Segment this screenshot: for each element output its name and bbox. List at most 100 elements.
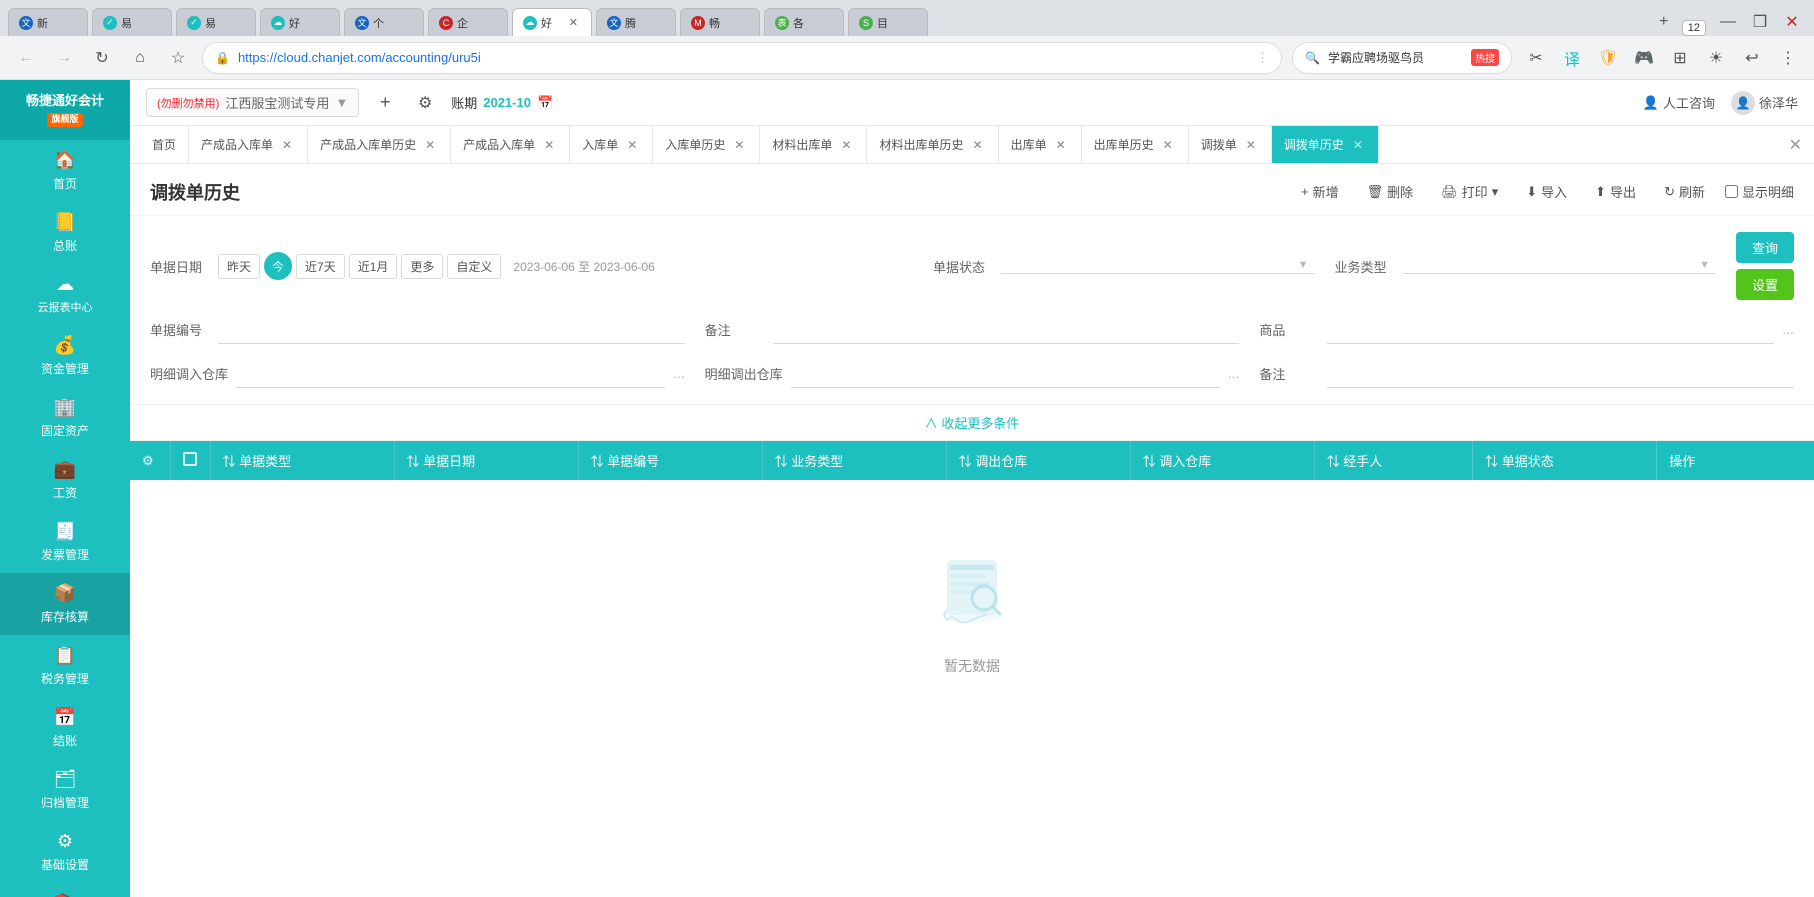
browser-tab-9[interactable]: M 畅 xyxy=(680,8,760,36)
display-fields-checkbox[interactable] xyxy=(1725,185,1738,198)
page-tab-close-inbound[interactable]: ✕ xyxy=(624,137,640,153)
menu-button[interactable]: ⋮ xyxy=(1774,44,1802,72)
company-settings-icon[interactable]: ⚙ xyxy=(411,89,439,117)
page-tab-close-product-inbound2[interactable]: ✕ xyxy=(541,137,557,153)
browser-tab-close-7[interactable]: ✕ xyxy=(566,15,581,30)
th-settings[interactable]: ⚙ xyxy=(130,441,170,480)
page-tab-inbound-history[interactable]: 入库单历史 ✕ xyxy=(653,126,760,164)
import-button[interactable]: ⬇ 导入 xyxy=(1518,178,1575,205)
user-info[interactable]: 👤 徐泽华 xyxy=(1731,91,1798,115)
date-btn-1month[interactable]: 近1月 xyxy=(349,254,398,279)
extensions-button[interactable]: ✂ xyxy=(1522,44,1550,72)
browser-tab-2[interactable]: ✓ 易 xyxy=(92,8,172,36)
page-tab-close-outbound[interactable]: ✕ xyxy=(1053,137,1069,153)
sidebar-item-guide[interactable]: 📚 新手引导 xyxy=(0,883,130,897)
support-button[interactable]: 👤 人工咨询 xyxy=(1643,93,1715,112)
history-icon[interactable]: ↩ xyxy=(1738,44,1766,72)
th-out-warehouse[interactable]: ⇅ 调出仓库 xyxy=(946,441,1130,480)
page-tab-close-material-outbound[interactable]: ✕ xyxy=(838,137,854,153)
search-box[interactable]: 🔍 学霸应聘场驱鸟员 热搜 xyxy=(1292,42,1512,74)
bookmark-button[interactable]: ☆ xyxy=(164,44,192,72)
sidebar-item-salary[interactable]: 💼 工资 xyxy=(0,449,130,511)
window-restore-button[interactable]: ❐ xyxy=(1746,8,1774,36)
detail-in-input[interactable] xyxy=(236,358,665,388)
th-doc-date[interactable]: ⇅ 单据日期 xyxy=(394,441,578,480)
collapse-bar[interactable]: ∧ 收起更多条件 xyxy=(130,405,1814,441)
docnum-filter-input[interactable] xyxy=(218,314,685,344)
sidebar-item-archive[interactable]: 🗂 归档管理 xyxy=(0,759,130,821)
filter-settings-button[interactable]: 设置 xyxy=(1736,269,1794,300)
date-btn-7days[interactable]: 近7天 xyxy=(296,254,345,279)
date-btn-today[interactable]: 今 xyxy=(264,252,292,280)
page-tab-inbound[interactable]: 入库单 ✕ xyxy=(570,126,653,164)
select-all-checkbox[interactable] xyxy=(183,452,197,466)
page-tab-close-outbound-history[interactable]: ✕ xyxy=(1160,137,1176,153)
date-btn-yesterday[interactable]: 昨天 xyxy=(218,254,260,279)
browser-tab-7[interactable]: ☁ 好 ✕ xyxy=(512,8,592,36)
period-selector[interactable]: 账期 2021-10 📅 xyxy=(451,93,553,112)
browser-tab-4[interactable]: ☁ 好 xyxy=(260,8,340,36)
detail-out-input[interactable] xyxy=(791,358,1220,388)
back-button[interactable]: ← xyxy=(12,44,40,72)
translate-icon[interactable]: 译 xyxy=(1558,44,1586,72)
sidebar-item-close[interactable]: 📅 结账 xyxy=(0,697,130,759)
export-button[interactable]: ⬆ 导出 xyxy=(1587,178,1644,205)
sidebar-item-tax[interactable]: 📋 税务管理 xyxy=(0,635,130,697)
goods-filter-input[interactable] xyxy=(1327,314,1774,344)
new-button[interactable]: + 新增 xyxy=(1293,178,1347,205)
page-tab-close-transfer-history[interactable]: ✕ xyxy=(1350,137,1366,153)
th-handler[interactable]: ⇅ 经手人 xyxy=(1314,441,1472,480)
browser-tab-1[interactable]: 文 新 xyxy=(8,8,88,36)
browser-tab-3[interactable]: ✓ 易 xyxy=(176,8,256,36)
page-tab-product-inbound-history[interactable]: 产成品入库单历史 ✕ xyxy=(308,126,451,164)
delete-button[interactable]: 🗑 删除 xyxy=(1359,178,1422,205)
company-add-button[interactable]: + xyxy=(371,89,399,117)
reload-button[interactable]: ↻ xyxy=(88,44,116,72)
browser-tab-10[interactable]: 表 各 xyxy=(764,8,844,36)
sidebar-item-settings[interactable]: ⚙ 基础设置 xyxy=(0,821,130,883)
sidebar-item-assets[interactable]: 🏢 固定资产 xyxy=(0,387,130,449)
page-tab-material-outbound[interactable]: 材料出库单 ✕ xyxy=(760,126,867,164)
sidebar-item-inventory[interactable]: 📦 库存核算 xyxy=(0,573,130,635)
th-doc-type[interactable]: ⇅ 单据类型 xyxy=(210,441,394,480)
address-bar[interactable]: 🔒 https://cloud.chanjet.com/accounting/u… xyxy=(202,42,1282,74)
grid-icon[interactable]: ⊞ xyxy=(1666,44,1694,72)
game-icon[interactable]: 🎮 xyxy=(1630,44,1658,72)
sidebar-item-report[interactable]: ☁ 云报表中心 xyxy=(0,264,130,325)
browser-tab-5[interactable]: 文 个 xyxy=(344,8,424,36)
theme-icon[interactable]: ☀ xyxy=(1702,44,1730,72)
page-tab-close-product-inbound[interactable]: ✕ xyxy=(279,137,295,153)
sidebar-item-finance[interactable]: 💰 资金管理 xyxy=(0,325,130,387)
browser-tab-8[interactable]: 文 腾 xyxy=(596,8,676,36)
th-in-warehouse[interactable]: ⇅ 调入仓库 xyxy=(1130,441,1314,480)
company-selector[interactable]: (勿删勿禁用) 江西服宝测试专用 ▼ xyxy=(146,88,359,117)
print-button[interactable]: 🖨 打印 ▾ xyxy=(1433,178,1506,205)
status-select-wrapper[interactable]: ▼ xyxy=(1001,259,1315,274)
page-tab-close-product-inbound-history[interactable]: ✕ xyxy=(422,137,438,153)
remark-filter-input[interactable] xyxy=(773,314,1240,344)
date-btn-custom[interactable]: 自定义 xyxy=(447,254,501,279)
page-tab-material-outbound-history[interactable]: 材料出库单历史 ✕ xyxy=(867,126,998,164)
page-tab-transfer-history[interactable]: 调拨单历史 ✕ xyxy=(1272,126,1379,164)
page-tab-outbound-history[interactable]: 出库单历史 ✕ xyxy=(1082,126,1189,164)
browser-tab-6[interactable]: C 企 xyxy=(428,8,508,36)
home-button[interactable]: ⌂ xyxy=(126,44,154,72)
sidebar-item-ledger[interactable]: 📒 总账 xyxy=(0,202,130,264)
page-tab-close-material-outbound-history[interactable]: ✕ xyxy=(970,137,986,153)
detail-out-picker-icon[interactable]: ... xyxy=(1228,365,1240,381)
forward-button[interactable]: → xyxy=(50,44,78,72)
page-tab-product-inbound[interactable]: 产成品入库单 ✕ xyxy=(189,126,308,164)
date-btn-more[interactable]: 更多 xyxy=(401,254,443,279)
sidebar-item-invoice[interactable]: 🧾 发票管理 xyxy=(0,511,130,573)
goods-picker-icon[interactable]: ... xyxy=(1782,321,1794,337)
detail-in-picker-icon[interactable]: ... xyxy=(673,365,685,381)
th-doc-status[interactable]: ⇅ 单据状态 xyxy=(1473,441,1657,480)
window-minimize-button[interactable]: — xyxy=(1714,8,1742,36)
sidebar-item-home[interactable]: 🏠 首页 xyxy=(0,140,130,202)
refresh-button[interactable]: ↻ 刷新 xyxy=(1656,178,1713,205)
page-tab-close-transfer[interactable]: ✕ xyxy=(1243,137,1259,153)
page-tab-product-inbound2[interactable]: 产成品入库单 ✕ xyxy=(451,126,570,164)
page-tab-close-inbound-history[interactable]: ✕ xyxy=(731,137,747,153)
page-tab-transfer[interactable]: 调拨单 ✕ xyxy=(1189,126,1272,164)
page-tab-outbound[interactable]: 出库单 ✕ xyxy=(999,126,1082,164)
